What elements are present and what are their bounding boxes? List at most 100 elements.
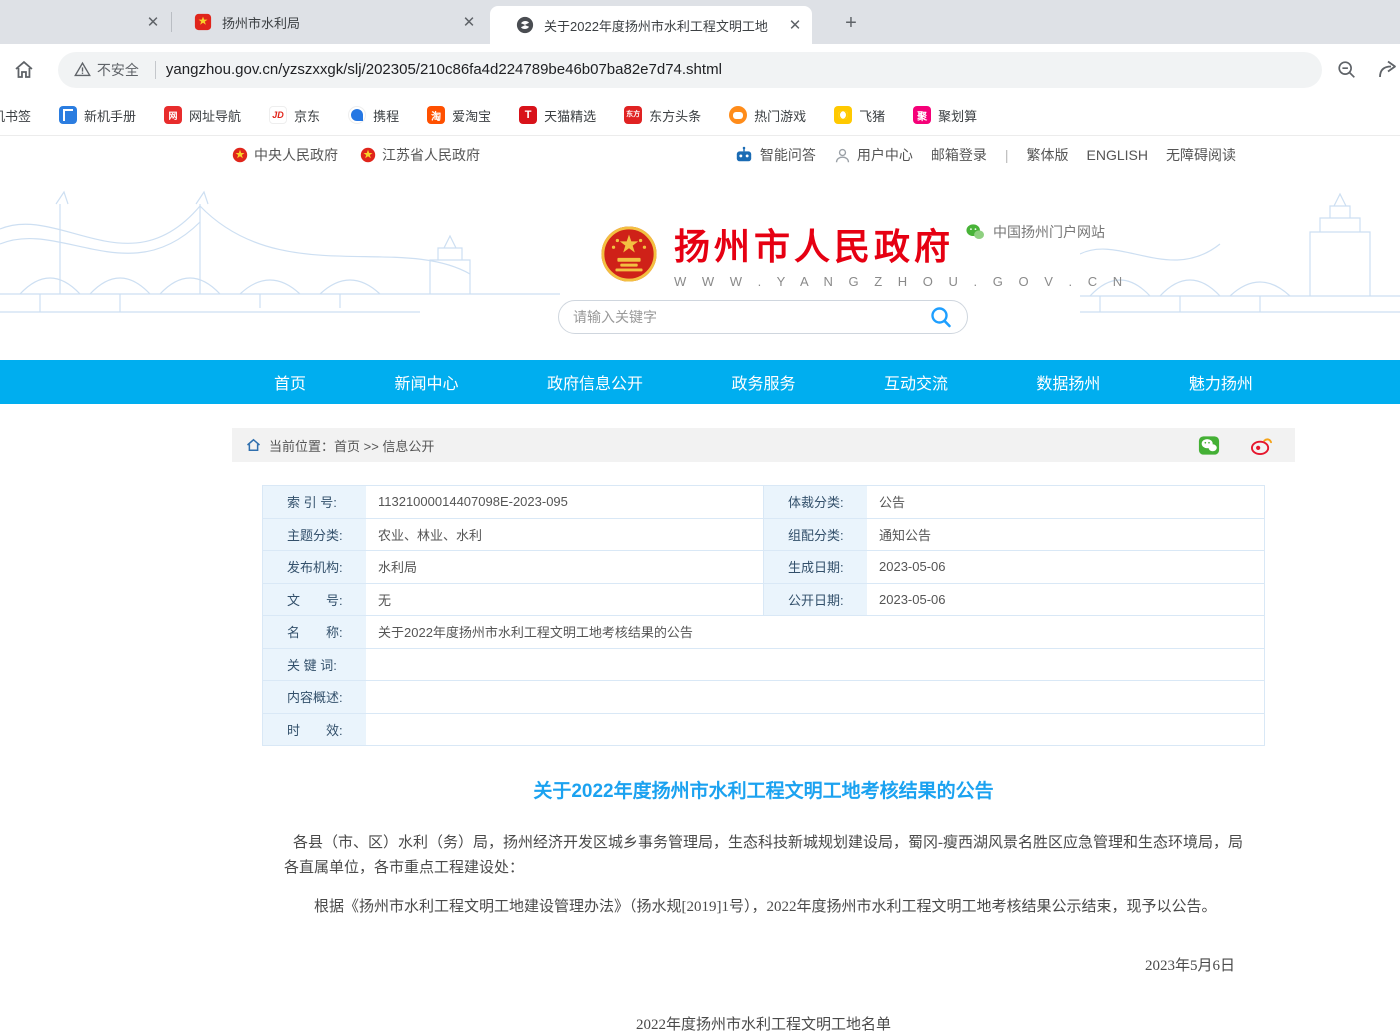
bookmark-label: 机书签 [0,106,31,125]
bookmark-taobao[interactable]: 淘 爱淘宝 [427,106,491,125]
close-tab-icon[interactable]: ✕ [144,13,162,31]
jd-favicon: JD [269,106,287,124]
meta-value: 农业、林业、水利 [366,519,764,552]
meta-label: 内容概述: [263,681,366,714]
meta-label: 时 效: [263,714,366,747]
meta-label: 体裁分类: [764,486,867,519]
meta-label: 发布机构: [263,551,366,584]
tab-active-announcement[interactable]: 关于2022年度扬州市水利工程文明工地 ✕ [490,6,812,44]
url-text[interactable]: yangzhou.gov.cn/yzszxxgk/slj/202305/210c… [166,61,722,78]
meta-value: 公告 [867,486,1264,519]
meta-label: 关 键 词: [263,649,366,682]
tab-water-bureau[interactable]: 扬州市水利局 ✕ [172,0,488,44]
wechat-share-icon[interactable] [1198,435,1220,456]
close-tab-icon[interactable]: ✕ [786,16,804,34]
breadcrumb: 当前位置：首页 >> 信息公开 [269,436,1198,455]
link-label: 用户中心 [857,145,913,165]
main-nav: 首页 新闻中心 政府信息公开 政务服务 互动交流 数据扬州 魅力扬州 [0,360,1400,404]
bookmark-url-nav[interactable]: 网 网址导航 [164,106,241,125]
omnibox[interactable]: 不安全 yangzhou.gov.cn/yzszxxgk/slj/202305/… [58,52,1322,88]
link-label: 中央人民政府 [254,145,338,165]
search-input[interactable] [573,309,929,325]
user-center-link[interactable]: 用户中心 [834,145,913,165]
traditional-link[interactable]: 繁体版 [1027,145,1069,165]
bookmark-label: 新机手册 [84,106,136,125]
tab-partial[interactable]: ✕ [0,0,170,44]
meta-value: 无 [366,584,764,617]
english-link[interactable]: ENGLISH [1087,147,1148,163]
games-favicon [729,106,747,124]
meta-label: 组配分类: [764,519,867,552]
link-central-gov[interactable]: 中央人民政府 [232,145,338,165]
robot-icon [734,146,754,164]
address-bar: 不安全 yangzhou.gov.cn/yzszxxgk/slj/202305/… [0,44,1400,95]
emblem-icon [232,147,248,163]
link-label: 江苏省人民政府 [382,145,480,165]
tab-title: 扬州市水利局 [222,13,460,32]
url-nav-favicon: 网 [164,106,182,124]
nav-info-disclosure[interactable]: 政府信息公开 [547,370,643,394]
portal-label: 中国扬州门户网站 [993,222,1105,242]
home-breadcrumb-icon[interactable] [246,438,261,452]
bookmark-label: 热门游戏 [754,106,806,125]
article-date: 2023年5月6日 [232,954,1295,975]
close-tab-icon[interactable]: ✕ [460,13,478,31]
nav-interaction[interactable]: 互动交流 [884,370,948,394]
weibo-share-icon[interactable] [1250,435,1273,456]
meta-value: 水利局 [366,551,764,584]
meta-value: 关于2022年度扬州市水利工程文明工地考核结果的公告 [366,616,1264,649]
bookmark-label: 网址导航 [189,106,241,125]
manual-favicon [59,106,77,124]
nav-charm[interactable]: 魅力扬州 [1189,370,1253,394]
banner-art-left [0,174,560,360]
site-banner: 扬州市人民政府 W W W . Y A N G Z H O U . G O V … [0,174,1400,360]
omnibox-divider [155,61,156,79]
nav-home[interactable]: 首页 [274,370,306,394]
tmall-favicon: T [519,106,537,124]
bookmark-juhuasuan[interactable]: 聚 聚划算 [913,106,977,125]
tab-title: 关于2022年度扬州市水利工程文明工地 [544,16,786,35]
mail-login-link[interactable]: 邮箱登录 [931,145,987,165]
meta-label: 文 号: [263,584,366,617]
nav-data[interactable]: 数据扬州 [1036,370,1100,394]
security-label[interactable]: 不安全 [97,60,139,80]
article-paragraph: 各县（市、区）水利（务）局，扬州经济开发区城乡事务管理局，生态科技新城规划建设局… [284,831,1243,881]
meta-value [366,681,1264,714]
nav-news[interactable]: 新闻中心 [394,370,458,394]
meta-value: 通知公告 [867,519,1264,552]
portal-link[interactable]: 中国扬州门户网站 [965,222,1105,242]
meta-value [366,714,1264,747]
search-icon[interactable] [929,305,953,329]
bookmark-games[interactable]: 热门游戏 [729,106,806,125]
smart-qa-link[interactable]: 智能问答 [734,145,816,165]
bookmark-manual[interactable]: 新机手册 [59,106,136,125]
bookmark-label: 天猫精选 [544,106,596,125]
national-emblem [600,225,658,283]
bookmark-ctrip[interactable]: 携程 [348,106,399,125]
bookmark-jd[interactable]: JD 京东 [269,106,320,125]
tab-strip: ✕ 扬州市水利局 ✕ 关于2022年度扬州市水利工程文明工地 ✕ + [0,0,1400,44]
bookmark-phone-bookmarks[interactable]: 机书签 [0,106,31,125]
site-domain: W W W . Y A N G Z H O U . G O V . C N [674,274,1128,289]
browser-logo-favicon [516,16,534,34]
share-icon[interactable] [1376,58,1400,82]
bookmark-tmall[interactable]: T 天猫精选 [519,106,596,125]
site-search[interactable] [558,300,968,334]
bookmark-label: 聚划算 [938,106,977,125]
meta-label: 生成日期: [764,551,867,584]
announcement-article: 关于2022年度扬州市水利工程文明工地考核结果的公告 各县（市、区）水利（务）局… [232,776,1295,1034]
home-icon[interactable] [12,58,36,82]
meta-value: 2023-05-06 [867,551,1264,584]
nav-services[interactable]: 政务服务 [731,370,795,394]
bookmark-label: 携程 [373,106,399,125]
meta-label: 索 引 号: [263,486,366,519]
meta-value [366,649,1264,682]
bookmark-fliggy[interactable]: 飞猪 [834,106,885,125]
meta-label: 主题分类: [263,519,366,552]
gov-emblem-favicon [194,13,212,31]
zoom-out-icon[interactable] [1336,59,1358,81]
accessibility-link[interactable]: 无障碍阅读 [1166,145,1236,165]
bookmark-dongfang[interactable]: 东方 东方头条 [624,106,701,125]
link-jiangsu-gov[interactable]: 江苏省人民政府 [360,145,480,165]
new-tab-button[interactable]: + [838,10,864,36]
